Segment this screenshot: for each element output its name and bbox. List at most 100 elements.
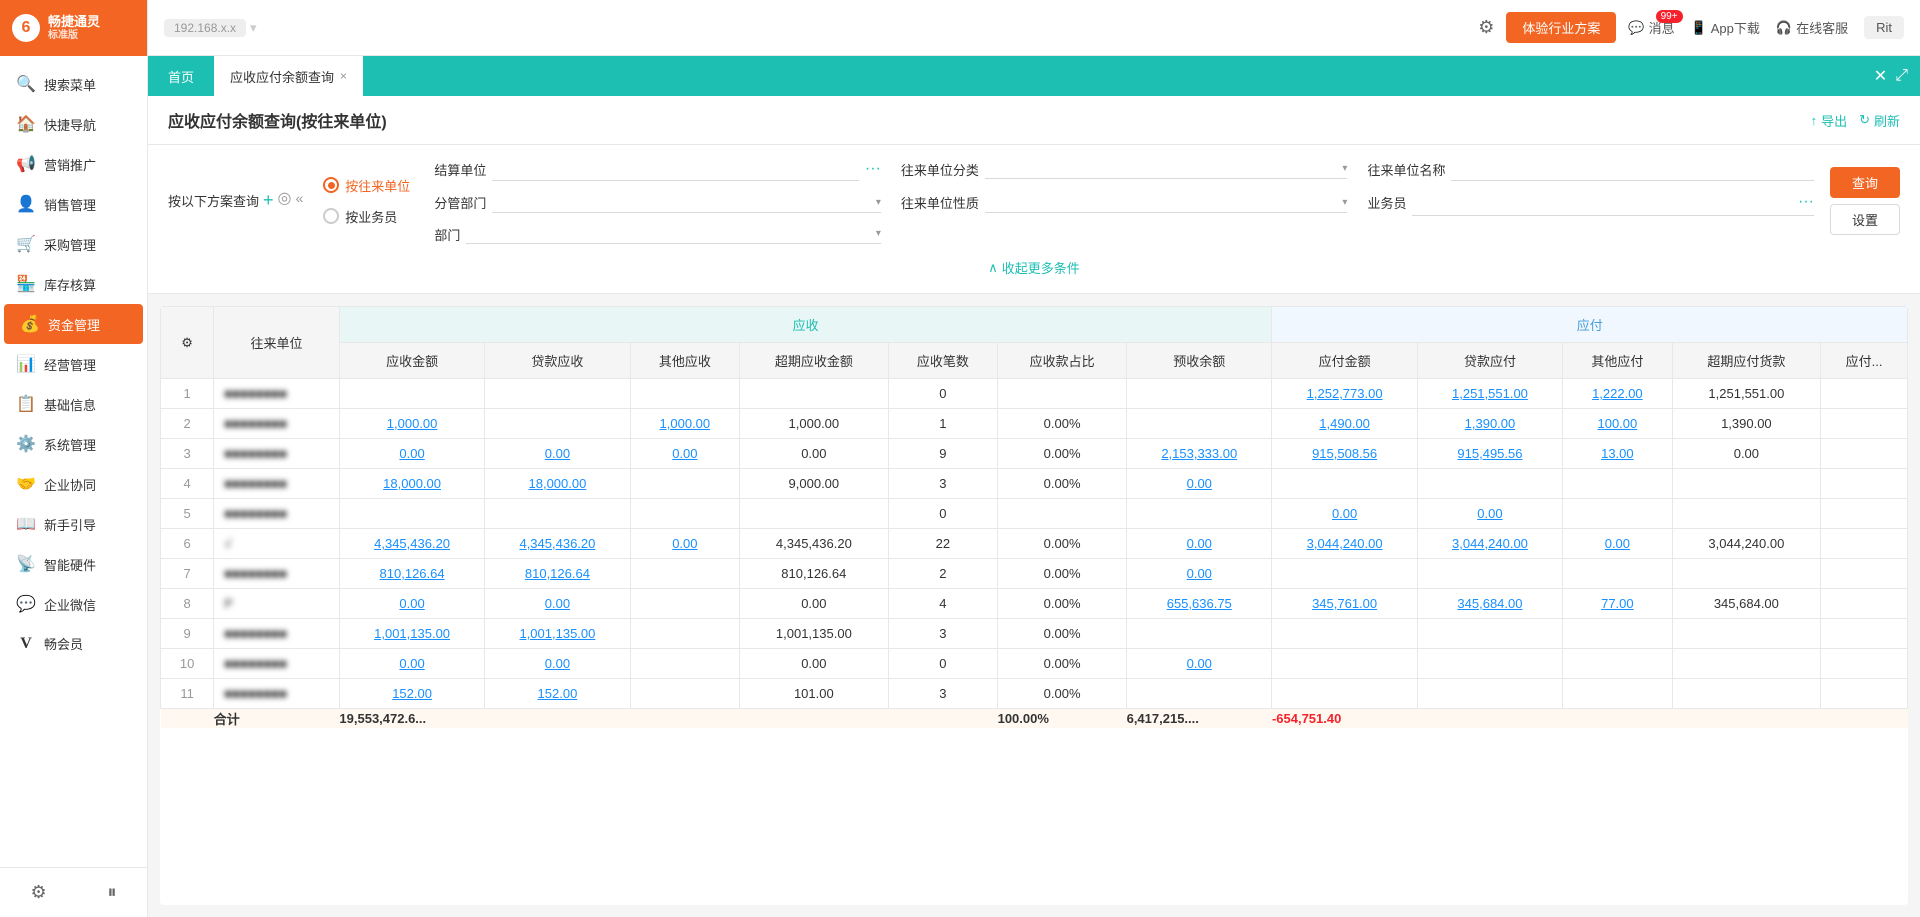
row-ap-amount-6[interactable] <box>1272 559 1417 589</box>
row-other-ap-8[interactable] <box>1563 619 1673 649</box>
row-ap-amount-7[interactable]: 345,761.00 <box>1272 589 1417 619</box>
row-other-ap-3[interactable] <box>1563 469 1673 499</box>
row-other-ap-7[interactable]: 77.00 <box>1563 589 1673 619</box>
app-download-action[interactable]: 📱 App下载 <box>1691 18 1760 37</box>
user-info[interactable]: Rit <box>1864 16 1904 39</box>
sidebar-item-basic[interactable]: 📋 基础信息 <box>0 384 147 424</box>
footer-advance-balance[interactable]: 6,417,215.... <box>1127 709 1272 729</box>
refresh-button[interactable]: ↻ 刷新 <box>1859 111 1900 130</box>
row-ap-amount-10[interactable] <box>1272 679 1417 709</box>
th-settings[interactable]: ⚙ <box>161 307 214 379</box>
partner-nature-select[interactable]: ▾ <box>985 193 1348 213</box>
row-loan-ap-5[interactable]: 3,044,240.00 <box>1417 529 1562 559</box>
row-other-ap-2[interactable]: 13.00 <box>1563 439 1673 469</box>
row-other-ap-6[interactable] <box>1563 559 1673 589</box>
row-other-ar-7[interactable] <box>630 589 740 619</box>
row-loan-ar-3[interactable]: 18,000.00 <box>485 469 630 499</box>
query-button[interactable]: 查询 <box>1830 167 1900 198</box>
tab-ar-ap-query[interactable]: 应收应付余额查询 × <box>214 56 363 96</box>
sidebar-item-vip[interactable]: V 畅会员 <box>0 624 147 663</box>
row-ap-amount-2[interactable]: 915,508.56 <box>1272 439 1417 469</box>
row-loan-ar-5[interactable]: 4,345,436.20 <box>485 529 630 559</box>
topbar-settings-icon[interactable]: ⚙ <box>1478 17 1494 38</box>
row-advance-balance-2[interactable]: 2,153,333.00 <box>1127 439 1272 469</box>
row-ar-amount-2[interactable]: 0.00 <box>339 439 484 469</box>
tab-close-icon[interactable]: × <box>340 69 347 83</box>
row-loan-ar-7[interactable]: 0.00 <box>485 589 630 619</box>
row-other-ap-1[interactable]: 100.00 <box>1563 409 1673 439</box>
row-ap-amount-5[interactable]: 3,044,240.00 <box>1272 529 1417 559</box>
salesperson-dots[interactable]: ··· <box>1412 189 1814 216</box>
row-ap-amount-9[interactable] <box>1272 649 1417 679</box>
sidebar-item-smart-hw[interactable]: 📡 智能硬件 <box>0 544 147 584</box>
row-loan-ar-4[interactable] <box>485 499 630 529</box>
row-other-ar-0[interactable] <box>630 379 740 409</box>
sidebar-item-operations[interactable]: 📊 经营管理 <box>0 344 147 384</box>
sidebar-item-search-menu[interactable]: 🔍 搜索菜单 <box>0 64 147 104</box>
row-ar-amount-10[interactable]: 152.00 <box>339 679 484 709</box>
row-other-ar-10[interactable] <box>630 679 740 709</box>
row-advance-balance-5[interactable]: 0.00 <box>1127 529 1272 559</box>
sidebar-item-enterprise[interactable]: 🤝 企业协同 <box>0 464 147 504</box>
row-advance-balance-9[interactable]: 0.00 <box>1127 649 1272 679</box>
row-ar-amount-6[interactable]: 810,126.64 <box>339 559 484 589</box>
row-loan-ar-8[interactable]: 1,001,135.00 <box>485 619 630 649</box>
row-loan-ar-9[interactable]: 0.00 <box>485 649 630 679</box>
sidebar-item-quick-nav[interactable]: 🏠 快捷导航 <box>0 104 147 144</box>
sidebar-item-purchase[interactable]: 🛒 采购管理 <box>0 224 147 264</box>
row-other-ar-5[interactable]: 0.00 <box>630 529 740 559</box>
row-loan-ar-2[interactable]: 0.00 <box>485 439 630 469</box>
partner-name-input[interactable] <box>1451 157 1814 181</box>
table-settings-icon[interactable]: ⚙ <box>181 335 193 350</box>
row-ar-amount-8[interactable]: 1,001,135.00 <box>339 619 484 649</box>
tab-expand-btn[interactable]: ⤢ <box>1895 67 1908 85</box>
row-advance-balance-1[interactable] <box>1127 409 1272 439</box>
online-service-action[interactable]: 🎧 在线客服 <box>1776 18 1848 37</box>
filter-option-by-staff[interactable]: 按业务员 <box>315 203 418 230</box>
row-other-ar-3[interactable] <box>630 469 740 499</box>
row-loan-ap-10[interactable] <box>1417 679 1562 709</box>
settings-button[interactable]: 设置 <box>1830 204 1900 235</box>
department-select[interactable]: ▾ <box>466 224 881 244</box>
settlement-input[interactable] <box>492 157 859 181</box>
filter-collapse-btn-left[interactable]: « <box>296 191 304 205</box>
row-advance-balance-4[interactable] <box>1127 499 1272 529</box>
row-other-ap-4[interactable] <box>1563 499 1673 529</box>
row-advance-balance-0[interactable] <box>1127 379 1272 409</box>
export-button[interactable]: ↑ 导出 <box>1811 111 1848 130</box>
partner-cat-select[interactable]: ▾ <box>985 159 1348 179</box>
filter-collapse-row[interactable]: ∧ 收起更多条件 <box>168 254 1900 285</box>
sidebar-item-sales[interactable]: 👤 销售管理 <box>0 184 147 224</box>
row-advance-balance-8[interactable] <box>1127 619 1272 649</box>
settlement-dots-icon[interactable]: ··· <box>865 160 881 178</box>
row-other-ar-2[interactable]: 0.00 <box>630 439 740 469</box>
row-advance-balance-10[interactable] <box>1127 679 1272 709</box>
row-loan-ar-10[interactable]: 152.00 <box>485 679 630 709</box>
sidebar-item-guide[interactable]: 📖 新手引导 <box>0 504 147 544</box>
row-loan-ar-0[interactable] <box>485 379 630 409</box>
row-advance-balance-7[interactable]: 655,636.75 <box>1127 589 1272 619</box>
row-other-ar-9[interactable] <box>630 649 740 679</box>
sidebar-item-system[interactable]: ⚙️ 系统管理 <box>0 424 147 464</box>
row-ar-amount-3[interactable]: 18,000.00 <box>339 469 484 499</box>
row-loan-ap-1[interactable]: 1,390.00 <box>1417 409 1562 439</box>
row-loan-ap-2[interactable]: 915,495.56 <box>1417 439 1562 469</box>
row-loan-ap-8[interactable] <box>1417 619 1562 649</box>
sidebar-item-finance[interactable]: 💰 资金管理 <box>4 304 143 344</box>
row-other-ar-8[interactable] <box>630 619 740 649</box>
tab-home[interactable]: 首页 <box>148 56 214 96</box>
row-loan-ap-7[interactable]: 345,684.00 <box>1417 589 1562 619</box>
row-loan-ap-4[interactable]: 0.00 <box>1417 499 1562 529</box>
sidebar-item-wechat[interactable]: 💬 企业微信 <box>0 584 147 624</box>
row-loan-ap-3[interactable] <box>1417 469 1562 499</box>
row-other-ap-10[interactable] <box>1563 679 1673 709</box>
row-loan-ap-6[interactable] <box>1417 559 1562 589</box>
sidebar-item-marketing[interactable]: 📢 营销推广 <box>0 144 147 184</box>
row-ar-amount-4[interactable] <box>339 499 484 529</box>
row-ar-amount-1[interactable]: 1,000.00 <box>339 409 484 439</box>
filter-option-by-partner[interactable]: 按往来单位 <box>315 172 418 199</box>
row-ap-amount-8[interactable] <box>1272 619 1417 649</box>
dept-select[interactable]: ▾ <box>492 193 881 213</box>
row-ap-amount-4[interactable]: 0.00 <box>1272 499 1417 529</box>
row-ar-amount-7[interactable]: 0.00 <box>339 589 484 619</box>
